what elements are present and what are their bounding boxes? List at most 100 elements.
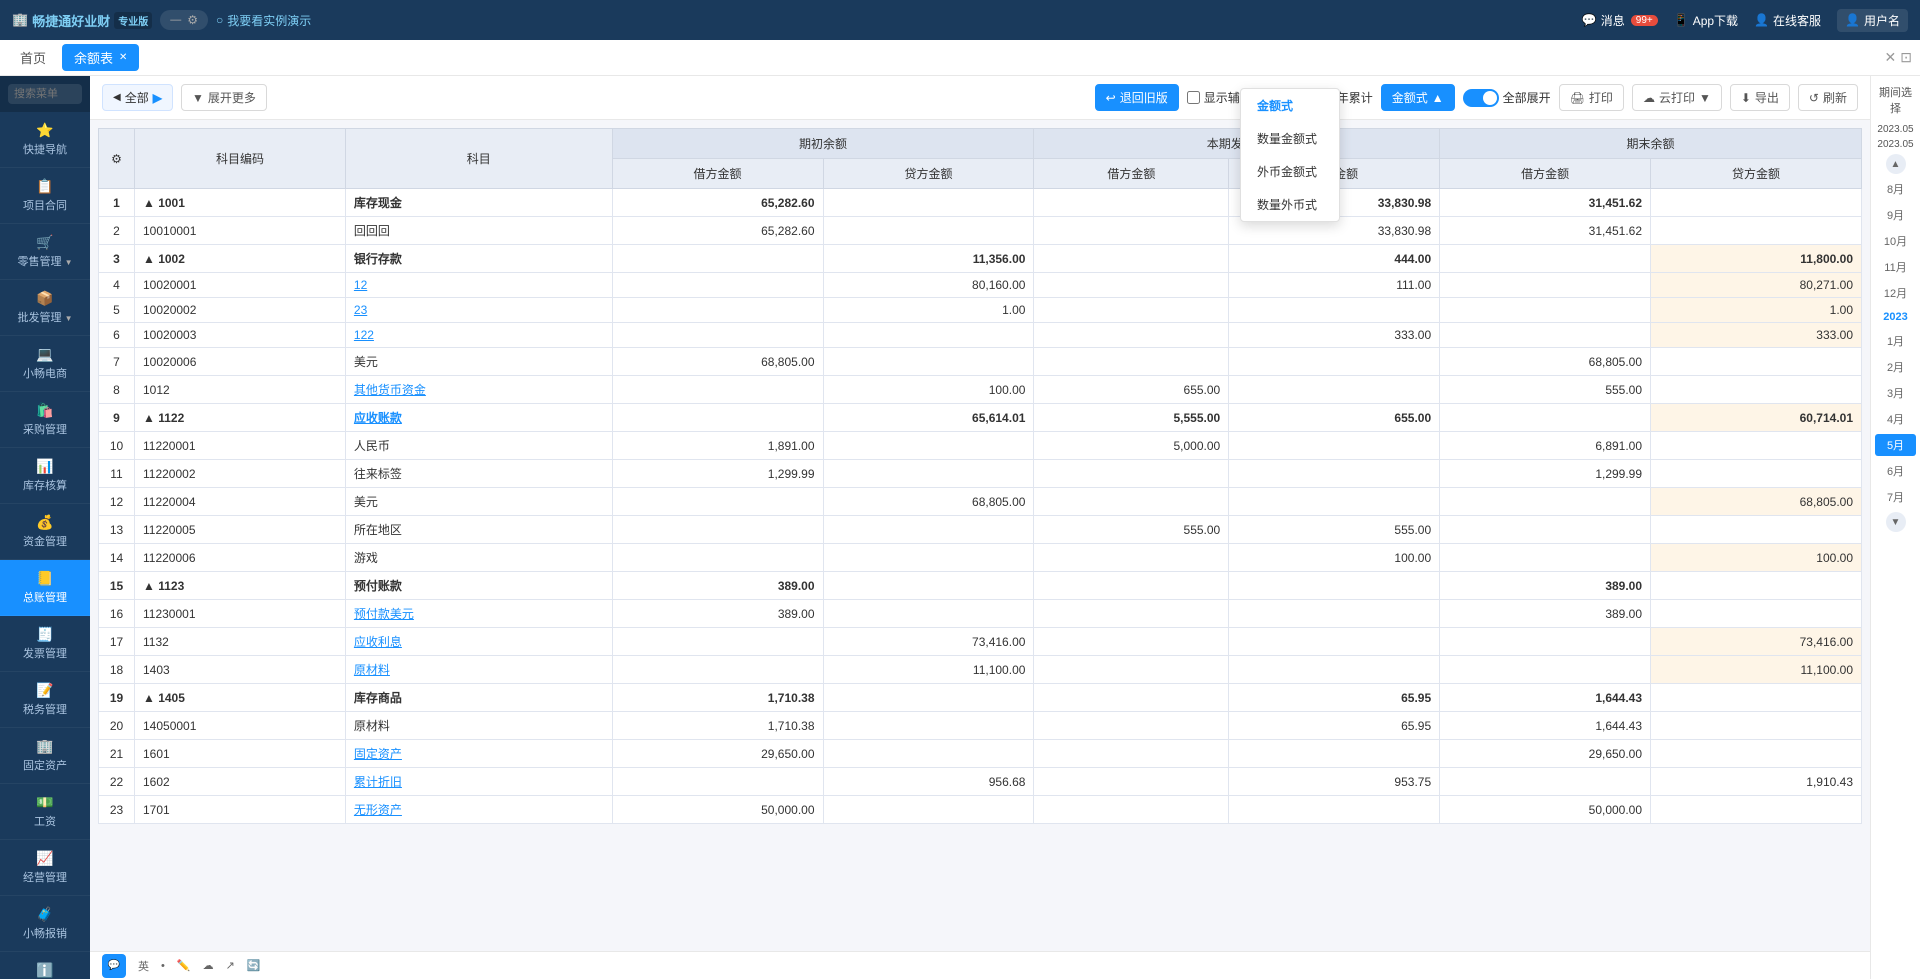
period-down-btn[interactable]: ▼ [1886, 512, 1906, 532]
status-sync-icon[interactable]: 🔄 [247, 959, 261, 972]
month-2[interactable]: 2月 [1875, 356, 1916, 378]
status-arrow-icon[interactable]: ↗ [226, 959, 235, 972]
status-edit-icon[interactable]: ✏️ [177, 959, 191, 972]
message-icon: 💬 [1582, 13, 1597, 27]
cell-debit-close [1440, 245, 1651, 273]
tab-maximize[interactable]: ⊡ [1900, 49, 1912, 66]
cell-debit-close: 68,805.00 [1440, 348, 1651, 376]
cell-no: 22 [99, 768, 135, 796]
cell-debit-curr: 5,555.00 [1034, 404, 1229, 432]
sidebar-item-tax[interactable]: 📝 税务管理 [0, 672, 90, 728]
cell-code: 1132 [135, 628, 346, 656]
auxiliary-checkbox-input[interactable] [1187, 91, 1200, 104]
month-12[interactable]: 12月 [1875, 282, 1916, 304]
expand-button[interactable]: ▼ 展开更多 [181, 84, 267, 111]
month-11[interactable]: 11月 [1875, 256, 1916, 278]
month-4[interactable]: 4月 [1875, 408, 1916, 430]
message-btn[interactable]: 💬 消息 99+ [1582, 12, 1658, 29]
cell-code: 11230001 [135, 600, 346, 628]
tab-home[interactable]: 首页 [8, 44, 58, 71]
app-download-btn[interactable]: 📱 App下载 [1674, 12, 1738, 29]
cell-credit-close: 68,805.00 [1651, 488, 1862, 516]
sidebar-item-quick-nav[interactable]: ⭐ 快捷导航 [0, 112, 90, 168]
cell-debit-curr [1034, 712, 1229, 740]
username: 用户名 [1864, 12, 1900, 29]
cell-credit-open: 80,160.00 [823, 273, 1034, 298]
format-qty-foreign-option[interactable]: 数量外币式 [1241, 188, 1339, 221]
chat-btn[interactable]: 💬 [102, 954, 126, 978]
sidebar-item-ecommerce[interactable]: 💻 小畅电商 [0, 336, 90, 392]
sidebar-item-purchase[interactable]: 🛍️ 采购管理 [0, 392, 90, 448]
month-10[interactable]: 10月 [1875, 230, 1916, 252]
sidebar-item-wholesale[interactable]: 📦 批发管理 ▼ [0, 280, 90, 336]
sidebar-item-operations[interactable]: 📈 经营管理 [0, 840, 90, 896]
tab-balance[interactable]: 余额表 ✕ [62, 44, 139, 71]
sidebar-item-sales[interactable]: 🧳 小畅报销 [0, 896, 90, 952]
cell-credit-open [823, 600, 1034, 628]
tab-close-window[interactable]: ✕ [1885, 49, 1897, 66]
month-5[interactable]: 5月 [1875, 434, 1916, 456]
month-9[interactable]: 9月 [1875, 204, 1916, 226]
refresh-btn[interactable]: ↺ 刷新 [1798, 84, 1858, 111]
demo-text: 我要看实例演示 [227, 12, 311, 29]
wholesale-icon: 📦 [4, 290, 86, 307]
sidebar-item-inventory[interactable]: 📊 库存核算 [0, 448, 90, 504]
cell-code: ▲ 1405 [135, 684, 346, 712]
tab-balance-label: 余额表 [74, 48, 113, 67]
lang-indicator[interactable]: 英 [138, 958, 149, 974]
cell-code: 11220006 [135, 544, 346, 572]
demo-link[interactable]: ○ 我要看实例演示 [216, 12, 311, 29]
table-row: 16 11230001 预付款美元 389.00 389.00 [99, 600, 1862, 628]
cell-debit-close [1440, 404, 1651, 432]
cell-code: 1701 [135, 796, 346, 824]
month-3[interactable]: 3月 [1875, 382, 1916, 404]
format-qty-amount-option[interactable]: 数量金额式 [1241, 122, 1339, 155]
format-amount-option[interactable]: 金额式 [1241, 89, 1339, 122]
format-foreign-option[interactable]: 外币金额式 [1241, 155, 1339, 188]
sidebar-item-fixed-assets[interactable]: 🏢 固定资产 [0, 728, 90, 784]
month-8[interactable]: 8月 [1875, 178, 1916, 200]
app-logo: 🏢 畅捷通好业财 专业版 [12, 11, 152, 30]
status-cloud-icon[interactable]: ☁ [203, 959, 214, 972]
expand-label: 展开更多 [208, 89, 256, 106]
cell-credit-close: 1.00 [1651, 298, 1862, 323]
cell-debit-open: 29,650.00 [612, 740, 823, 768]
cell-debit-close [1440, 488, 1651, 516]
sidebar-search-input[interactable] [8, 84, 82, 104]
back-old-label: 退回旧版 [1120, 89, 1168, 106]
cell-no: 4 [99, 273, 135, 298]
sidebar-item-basic[interactable]: ℹ️ 基础信息 [0, 952, 90, 979]
cell-subject: 其他货币资金 [345, 376, 612, 404]
expand-all-toggle[interactable]: 全部展开 [1463, 89, 1551, 107]
toggle-switch-control[interactable] [1463, 89, 1499, 107]
cloud-print-btn[interactable]: ☁ 云打印 ▼ [1632, 84, 1722, 111]
sidebar-item-project[interactable]: 📋 项目合同 [0, 168, 90, 224]
month-6[interactable]: 6月 [1875, 460, 1916, 482]
format-dropdown-btn[interactable]: 金额式 ▲ 金额式 数量金额式 外币金额式 数量外币式 [1381, 84, 1455, 111]
cell-no: 2 [99, 217, 135, 245]
month-7[interactable]: 7月 [1875, 486, 1916, 508]
sidebar-item-retail[interactable]: 🛒 零售管理 ▼ [0, 224, 90, 280]
period-up-btn[interactable]: ▲ [1886, 154, 1906, 174]
print-btn[interactable]: 🖨 打印 [1559, 84, 1624, 111]
all-button[interactable]: ◀ 全部 ▶ [102, 84, 173, 111]
sidebar-label-purchase: 采购管理 [23, 424, 67, 436]
sidebar-item-capital[interactable]: 💰 资金管理 [0, 504, 90, 560]
window-minimize[interactable]: ⚙ [187, 13, 198, 27]
sidebar-item-ledger[interactable]: 📒 总账管理 [0, 560, 90, 616]
th-closing-balance: 期末余额 [1440, 129, 1862, 159]
back-old-version-btn[interactable]: ↩ 退回旧版 [1095, 84, 1179, 111]
cell-credit-open [823, 516, 1034, 544]
sidebar-item-invoice[interactable]: 🧾 发票管理 [0, 616, 90, 672]
export-btn[interactable]: ⬇ 导出 [1730, 84, 1790, 111]
online-service-btn[interactable]: 👤 在线客服 [1754, 12, 1821, 29]
year-2023[interactable]: 2023 [1875, 308, 1916, 326]
user-profile[interactable]: 👤 用户名 [1837, 9, 1908, 32]
month-1[interactable]: 1月 [1875, 330, 1916, 352]
cell-credit-close [1651, 684, 1862, 712]
tab-close-icon[interactable]: ✕ [119, 52, 127, 63]
app-version: 专业版 [114, 12, 152, 29]
sales-icon: 🧳 [4, 906, 86, 923]
sidebar-item-salary[interactable]: 💵 工资 [0, 784, 90, 840]
table-row: 12 11220004 美元 68,805.00 68,805.00 [99, 488, 1862, 516]
